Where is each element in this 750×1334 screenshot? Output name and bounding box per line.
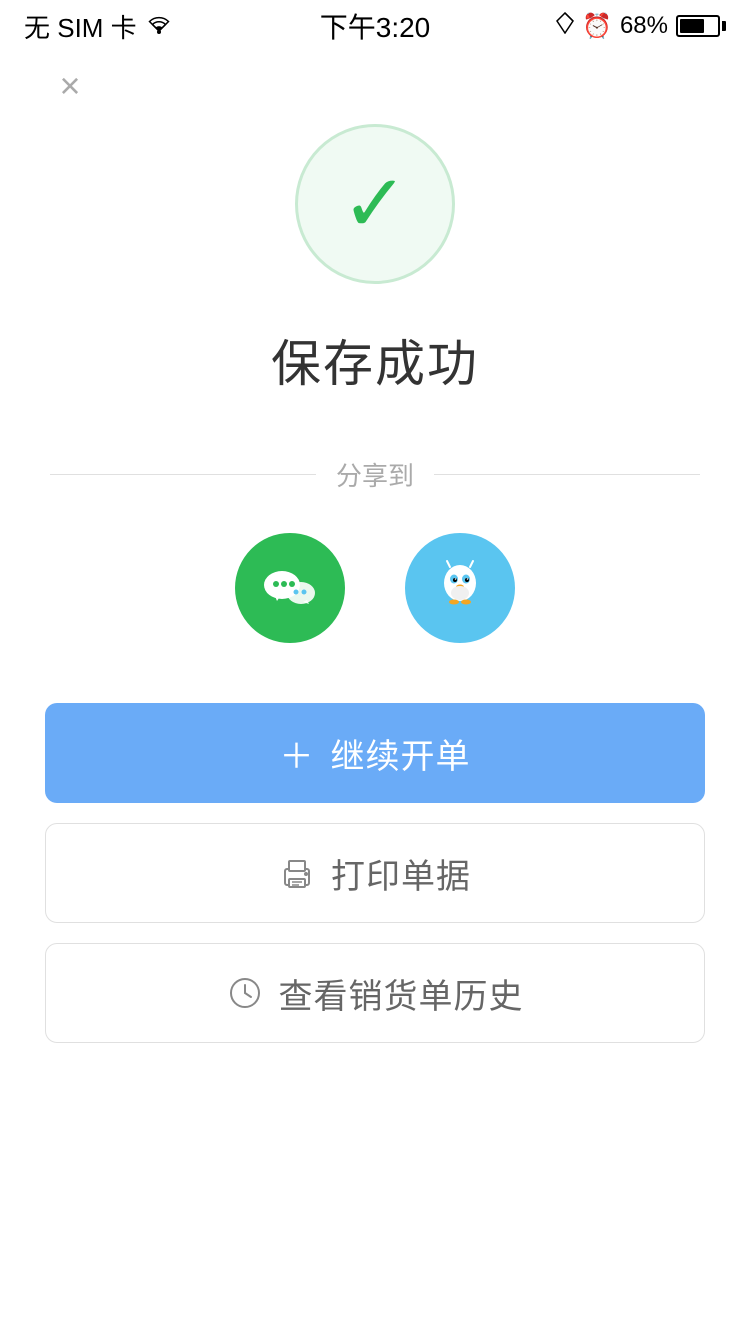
divider-right [434,474,700,475]
battery-icon [676,15,726,37]
close-icon: × [59,68,80,104]
wechat-share-button[interactable] [235,533,345,643]
share-section: 分享到 [0,456,750,643]
history-label: 查看销货单历史 [279,969,524,1018]
battery-percent: 68% [620,12,668,40]
alarm-icon: ⏰ [582,12,612,41]
success-title: 保存成功 [271,324,479,396]
carrier-text: 无 SIM 卡 [24,8,137,45]
status-time: 下午3:20 [320,6,431,46]
continue-label: 继续开单 [331,729,471,778]
plus-icon: ＋ [280,729,315,778]
success-circle: ✓ [295,124,455,284]
carrier-info: 无 SIM 卡 [24,8,173,45]
print-label: 打印单据 [331,849,471,898]
continue-button[interactable]: ＋ 继续开单 [45,703,705,803]
divider-left [50,474,316,475]
wifi-icon [145,11,173,42]
printer-icon [279,855,315,891]
share-label: 分享到 [316,456,434,493]
wechat-logo-icon [255,553,325,623]
share-icons-row [235,533,515,643]
history-button[interactable]: 查看销货单历史 [45,943,705,1043]
status-indicators: ⏰ 68% [556,12,726,41]
share-divider: 分享到 [0,456,750,493]
close-button[interactable]: × [40,56,100,116]
clock-icon [227,975,263,1011]
checkmark-icon: ✓ [341,164,408,244]
location-icon [556,12,574,41]
status-bar: 无 SIM 卡 下午3:20 ⏰ 68% [0,0,750,44]
qq-share-button[interactable] [405,533,515,643]
qq-logo-icon [425,553,495,623]
action-buttons: ＋ 继续开单 打印单据 [45,703,705,1043]
print-button[interactable]: 打印单据 [45,823,705,923]
main-content: ✓ 保存成功 分享到 [0,44,750,1334]
